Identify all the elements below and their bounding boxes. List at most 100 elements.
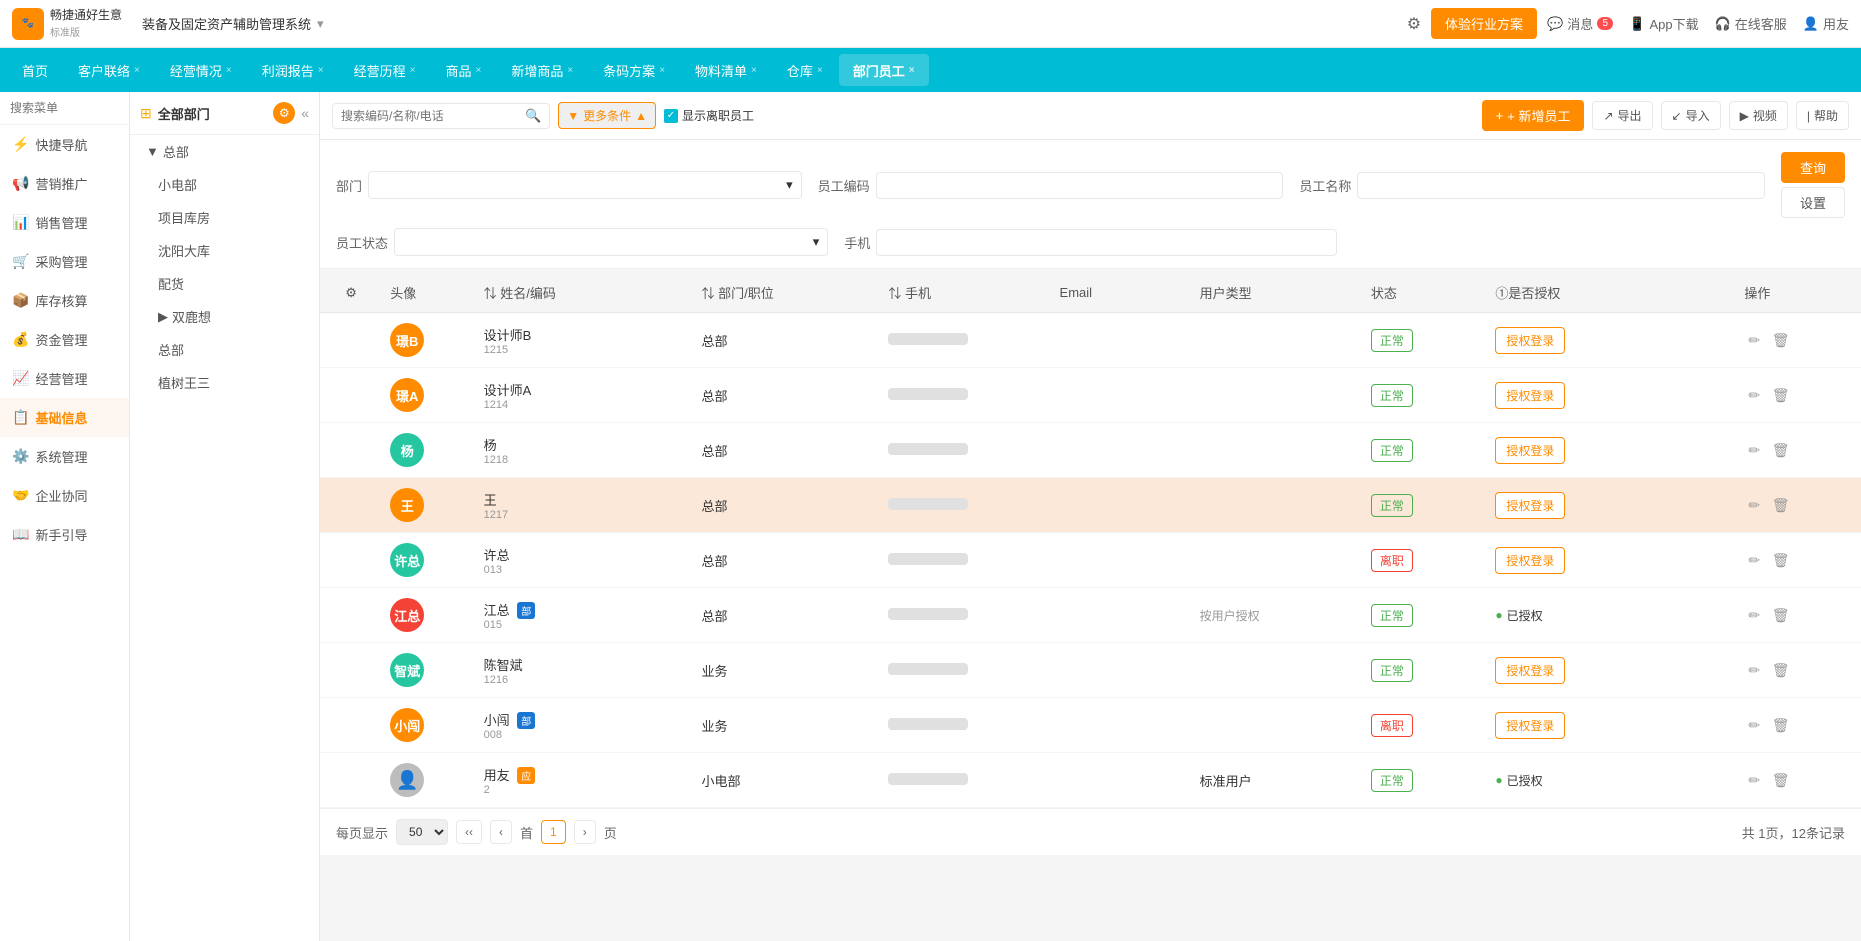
filter-settings-btn[interactable]: 设置 [1781,187,1845,218]
nav-tab-部门员工[interactable]: 部门员工× [839,54,929,86]
delete-btn[interactable]: 🗑 [1768,605,1794,626]
dept-select[interactable]: ▾ [368,171,802,199]
view-btn[interactable]: ▶ 视频 [1729,101,1788,130]
dept-item-沈阳大库[interactable]: 沈阳大库 [130,234,319,267]
help-btn[interactable]: | 帮助 [1796,101,1849,130]
employee-search-input[interactable] [341,109,521,123]
auth-btn[interactable]: 授权登录 [1495,437,1565,464]
nav-tab-商品[interactable]: 商品× [431,54,495,86]
empname-input[interactable] [1357,172,1765,199]
dept-item-总部[interactable]: ▼总部 [130,135,319,168]
edit-btn[interactable]: ✏ [1744,385,1764,406]
delete-btn[interactable]: 🗑 [1768,440,1794,461]
online-service-item[interactable]: 🎧 在线客服 [1715,14,1787,33]
more-filter-btn[interactable]: ▼ 更多条件 ▲ [558,102,656,129]
delete-btn[interactable]: 🗑 [1768,550,1794,571]
nav-tab-close[interactable]: × [909,65,915,76]
import-btn[interactable]: ↙ 导入 [1661,101,1721,130]
edit-btn[interactable]: ✏ [1744,495,1764,516]
nav-tab-首页[interactable]: 首页 [8,54,62,86]
delete-btn[interactable]: 🗑 [1768,495,1794,516]
auth-btn[interactable]: 授权登录 [1495,547,1565,574]
nav-tab-close[interactable]: × [226,65,232,76]
delete-btn[interactable]: 🗑 [1768,715,1794,736]
nav-tab-仓库[interactable]: 仓库× [773,54,837,86]
edit-btn[interactable]: ✏ [1744,330,1764,351]
sidebar-item-营销推广[interactable]: 📢营销推广 [0,164,129,203]
edit-btn[interactable]: ✏ [1744,660,1764,681]
nav-tab-close[interactable]: × [475,65,481,76]
edit-btn[interactable]: ✏ [1744,605,1764,626]
user-item[interactable]: 👤 用友 [1803,14,1849,33]
auth-btn[interactable]: 授权登录 [1495,492,1565,519]
auth-btn[interactable]: 授权登录 [1495,382,1565,409]
nav-tab-经营情况[interactable]: 经营情况× [156,54,246,86]
row-usertype [1192,533,1363,588]
empname-filter: 员工名称 [1299,172,1765,199]
search-btn[interactable]: 查询 [1781,152,1845,183]
sidebar-search-input[interactable] [10,101,130,115]
sidebar-item-采购管理[interactable]: 🛒采购管理 [0,242,129,281]
nav-tab-经营历程[interactable]: 经营历程× [340,54,430,86]
status-select[interactable]: ▾ [394,228,828,256]
gear-button[interactable]: ⚙ [1407,14,1421,34]
sidebar-item-系统管理[interactable]: ⚙️系统管理 [0,437,129,476]
nav-tab-物料清单[interactable]: 物料清单× [681,54,771,86]
nav-tab-close[interactable]: × [410,65,416,76]
dept-item-植树王三[interactable]: 植树王三 [130,366,319,399]
dept-item-小电部[interactable]: 小电部 [130,168,319,201]
dept-collapse-btn[interactable]: « [301,105,309,121]
export-btn[interactable]: ↗ 导出 [1592,101,1652,130]
delete-btn[interactable]: 🗑 [1768,330,1794,351]
system-name: 装备及固定资产辅助管理系统 ▾ [142,14,1397,33]
sidebar-item-基础信息[interactable]: 📋基础信息 [0,398,129,437]
sidebar-item-销售管理[interactable]: 📊销售管理 [0,203,129,242]
nav-tab-新增商品[interactable]: 新增商品× [497,54,587,86]
dept-item-项目库房[interactable]: 项目库房 [130,201,319,234]
edit-btn[interactable]: ✏ [1744,715,1764,736]
nav-tab-close[interactable]: × [659,65,665,76]
dept-item-配货[interactable]: 配货 [130,267,319,300]
nav-tab-close[interactable]: × [134,65,140,76]
sidebar-item-资金管理[interactable]: 💰资金管理 [0,320,129,359]
edit-btn[interactable]: ✏ [1744,550,1764,571]
show-resigned-toggle[interactable]: ✓ 显示离职员工 [664,107,754,124]
edit-btn[interactable]: ✏ [1744,440,1764,461]
nav-tab-close[interactable]: × [318,65,324,76]
per-page-select[interactable]: 50 [396,819,448,845]
delete-btn[interactable]: 🗑 [1768,385,1794,406]
nav-tab-close[interactable]: × [751,65,757,76]
sidebar-item-经营管理[interactable]: 📈经营管理 [0,359,129,398]
dept-item-总部[interactable]: 总部 [130,333,319,366]
auth-btn[interactable]: 授权登录 [1495,657,1565,684]
phone-input[interactable] [876,229,1336,256]
sidebar-item-快捷导航[interactable]: ⚡快捷导航 [0,125,129,164]
nav-tab-close[interactable]: × [817,65,823,76]
first-page-btn[interactable]: ‹‹ [456,820,482,844]
next-page-btn[interactable]: › [574,820,596,844]
nav-tab-客户联络[interactable]: 客户联络× [64,54,154,86]
nav-tab-close[interactable]: × [567,65,573,76]
sidebar-item-新手引导[interactable]: 📖新手引导 [0,515,129,554]
dept-add-btn[interactable]: ⚙ [273,102,295,124]
delete-btn[interactable]: 🗑 [1768,660,1794,681]
current-page[interactable]: 1 [541,820,566,844]
sidebar-item-库存核算[interactable]: 📦库存核算 [0,281,129,320]
add-employee-btn[interactable]: + + 新增员工 [1482,100,1585,131]
sidebar-icon: 📦 [12,292,29,309]
nav-tab-利润报告[interactable]: 利润报告× [248,54,338,86]
prev-page-btn[interactable]: ‹ [490,820,512,844]
delete-btn[interactable]: 🗑 [1768,770,1794,791]
dept-item-双鹿想[interactable]: ▶双鹿想 [130,300,319,333]
trial-button[interactable]: 体验行业方案 [1431,8,1537,39]
app-download-item[interactable]: 📱 App下载 [1629,14,1698,33]
row-email [1052,368,1192,423]
auth-btn[interactable]: 授权登录 [1495,712,1565,739]
resigned-checkbox[interactable]: ✓ [664,109,678,123]
nav-tab-条码方案[interactable]: 条码方案× [589,54,679,86]
auth-btn[interactable]: 授权登录 [1495,327,1565,354]
empcode-input[interactable] [876,172,1284,199]
sidebar-item-企业协同[interactable]: 🤝企业协同 [0,476,129,515]
message-item[interactable]: 💬 消息 5 [1547,14,1613,33]
edit-btn[interactable]: ✏ [1744,770,1764,791]
